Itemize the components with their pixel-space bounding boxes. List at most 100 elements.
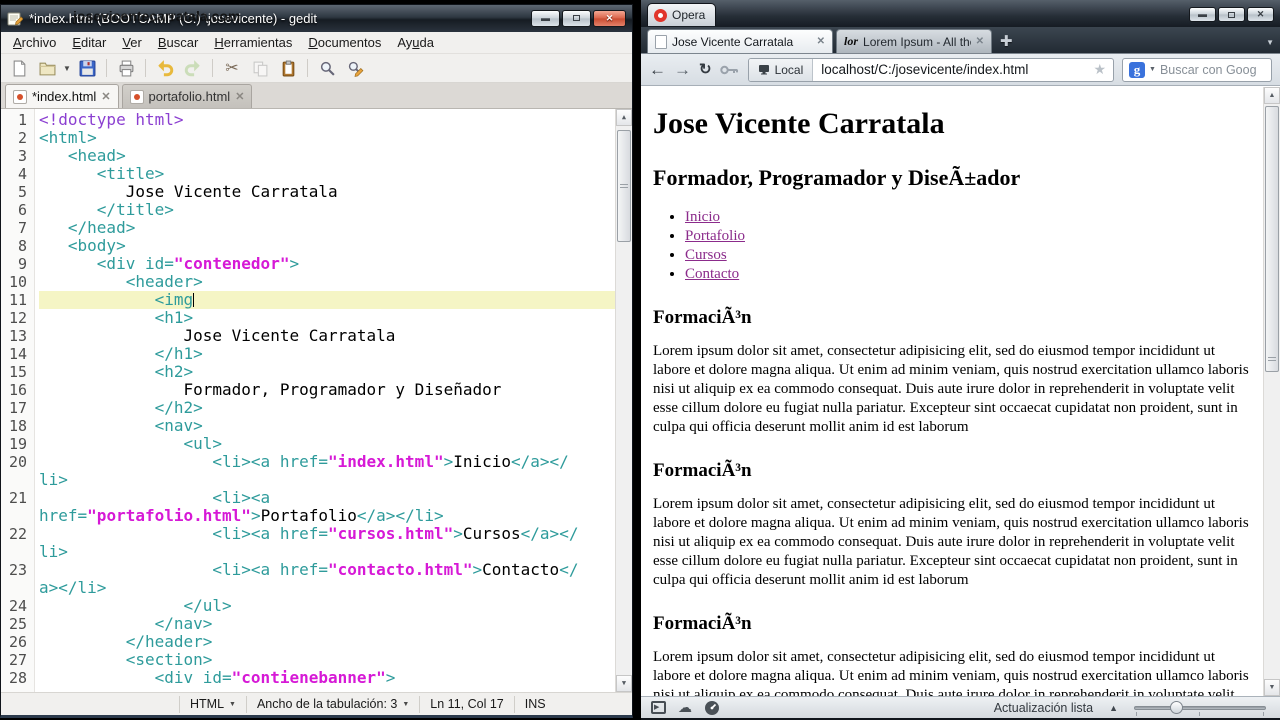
gedit-toolbar: ▼ ✂: [1, 54, 632, 83]
opera-menu-label: Opera: [672, 8, 706, 22]
code-line: <li><a href="contacto.html">Contacto</: [39, 560, 579, 579]
opera-turbo-icon[interactable]: [704, 700, 720, 716]
menu-buscar[interactable]: Buscar: [150, 33, 206, 52]
menu-archivo[interactable]: Archivo: [5, 33, 64, 52]
line-number: 20: [8, 453, 27, 471]
browser-tab[interactable]: Jose Vicente Carratala ✕: [647, 29, 833, 53]
scroll-down-button[interactable]: ▼: [616, 675, 632, 692]
menu-documentos[interactable]: Documentos: [300, 33, 389, 52]
section-heading: FormaciÃ³n: [653, 307, 752, 328]
menu-ver[interactable]: Ver: [114, 33, 150, 52]
opera-minimize-button[interactable]: ▬: [1189, 7, 1216, 22]
opera-close-button[interactable]: ✕: [1247, 7, 1274, 22]
open-document-button[interactable]: [34, 56, 60, 80]
gedit-maximize-button[interactable]: [562, 10, 591, 27]
cut-icon: ✂: [225, 60, 239, 77]
tab-list-dropdown-icon[interactable]: ▼: [1266, 38, 1274, 47]
menu-herramientas[interactable]: Herramientas: [206, 33, 300, 52]
gedit-vertical-scrollbar[interactable]: ▲ ▼: [615, 109, 632, 692]
opera-maximize-button[interactable]: [1218, 7, 1245, 22]
line-number: 27: [8, 651, 27, 669]
scroll-down-button[interactable]: ▼: [1264, 679, 1280, 696]
paste-button[interactable]: [275, 56, 301, 80]
page-heading: Jose Vicente Carratala: [653, 107, 945, 140]
print-button[interactable]: [113, 56, 139, 80]
update-status-text[interactable]: Actualización lista: [994, 701, 1093, 715]
gedit-minimize-button[interactable]: ▬: [531, 10, 560, 27]
copy-button[interactable]: [247, 56, 273, 80]
reload-button[interactable]: ↻: [699, 62, 712, 77]
url-input[interactable]: [813, 62, 1094, 77]
browser-tab[interactable]: lor Lorem Ipsum - All the f... ✕: [836, 29, 992, 53]
code-area[interactable]: <!doctype html> <html> <head> <title> Jos…: [35, 109, 615, 692]
zoom-slider-track[interactable]: [1134, 705, 1266, 710]
page-nav-link[interactable]: Inicio: [685, 209, 720, 225]
new-tab-button[interactable]: ✚: [1000, 32, 1013, 50]
forward-button[interactable]: →: [674, 61, 691, 78]
code-line: <div id="contenedor">: [39, 254, 300, 273]
insert-mode-indicator: INS: [513, 695, 556, 713]
gedit-titlebar[interactable]: *index.html (BOOTCAMP (C:) \josevicente)…: [1, 5, 632, 32]
scroll-up-button[interactable]: ▲: [1264, 87, 1280, 104]
text-cursor: [193, 293, 195, 307]
tab-close-icon[interactable]: ✕: [101, 90, 110, 103]
paste-icon: [282, 60, 294, 76]
panels-toggle-icon[interactable]: ▶: [651, 701, 666, 714]
opera-unite-cloud-icon[interactable]: ☁: [678, 699, 692, 716]
line-number: 2: [17, 129, 27, 147]
code-line: <h1>: [39, 308, 194, 327]
code-line: </nav>: [39, 614, 213, 633]
tab-close-icon[interactable]: ✕: [976, 36, 984, 47]
code-line: <head>: [39, 146, 126, 165]
update-arrow-icon[interactable]: ▲: [1109, 703, 1118, 713]
scroll-up-button[interactable]: ▲: [616, 109, 632, 126]
redo-button[interactable]: [180, 56, 206, 80]
opera-titlebar[interactable]: Opera ▬ ✕: [641, 0, 1280, 27]
line-number: [1, 543, 34, 561]
local-badge[interactable]: Local: [748, 58, 814, 81]
page-nav-item: Cursos: [685, 246, 1251, 265]
menu-editar[interactable]: Editar: [64, 33, 114, 52]
tab-width-selector[interactable]: Ancho de la tabulación: 3 ▼: [245, 695, 419, 713]
page-subheading: Formador, Programador y DiseÃ±ador: [653, 165, 1021, 190]
search-input[interactable]: [1159, 62, 1265, 77]
tab-close-icon[interactable]: ✕: [235, 90, 244, 103]
line-number: 18: [8, 417, 27, 435]
language-selector[interactable]: HTML ▼: [179, 695, 246, 713]
cut-button[interactable]: ✂: [219, 56, 245, 80]
bookmark-star-icon[interactable]: ★: [1093, 61, 1106, 78]
page-nav-link[interactable]: Contacto: [685, 266, 739, 282]
page-nav-link[interactable]: Portafolio: [685, 228, 745, 244]
code-line: <li><a: [39, 488, 271, 507]
scrollbar-thumb[interactable]: [617, 130, 631, 242]
address-bar[interactable]: Local ★: [747, 57, 1114, 82]
editor-tab[interactable]: portafolio.html ✕: [121, 84, 253, 108]
page-nav-link[interactable]: Cursos: [685, 247, 727, 263]
find-button[interactable]: [314, 56, 340, 80]
search-engine-caret-icon[interactable]: ▼: [1149, 66, 1156, 73]
zoom-slider-handle[interactable]: [1170, 700, 1183, 714]
open-dropdown-caret[interactable]: ▼: [62, 64, 72, 73]
zoom-slider[interactable]: [1134, 700, 1266, 716]
code-line: Jose Vicente Carratala: [39, 182, 338, 201]
editor-tab[interactable]: *index.html ✕: [5, 84, 119, 108]
copy-icon: [253, 61, 267, 76]
section-paragraph: Lorem ipsum dolor sit amet, consectetur …: [653, 649, 1249, 696]
tab-close-icon[interactable]: ✕: [817, 36, 825, 47]
find-replace-button[interactable]: [342, 56, 368, 80]
opera-vertical-scrollbar[interactable]: ▲ ▼: [1263, 87, 1280, 696]
redo-icon: [184, 60, 200, 77]
search-box[interactable]: g ▼: [1122, 57, 1272, 82]
save-button[interactable]: [74, 56, 100, 80]
back-button[interactable]: ←: [649, 61, 666, 78]
line-number: 7: [17, 219, 27, 237]
gedit-editor[interactable]: 1 2 3 4 5 6 7 8 9 10 11 12 13 14 15 16 17 18 19 20 21 22 23 24 2…: [1, 109, 632, 692]
undo-button[interactable]: [152, 56, 178, 80]
code-line: <div id="contienebanner">: [39, 668, 396, 687]
gedit-close-button[interactable]: ✕: [593, 10, 626, 27]
new-document-button[interactable]: [6, 56, 32, 80]
line-number: 25: [8, 615, 27, 633]
scrollbar-thumb[interactable]: [1265, 106, 1279, 372]
menu-ayuda[interactable]: Ayuda: [389, 33, 442, 52]
opera-menu-button[interactable]: Opera: [647, 3, 717, 26]
